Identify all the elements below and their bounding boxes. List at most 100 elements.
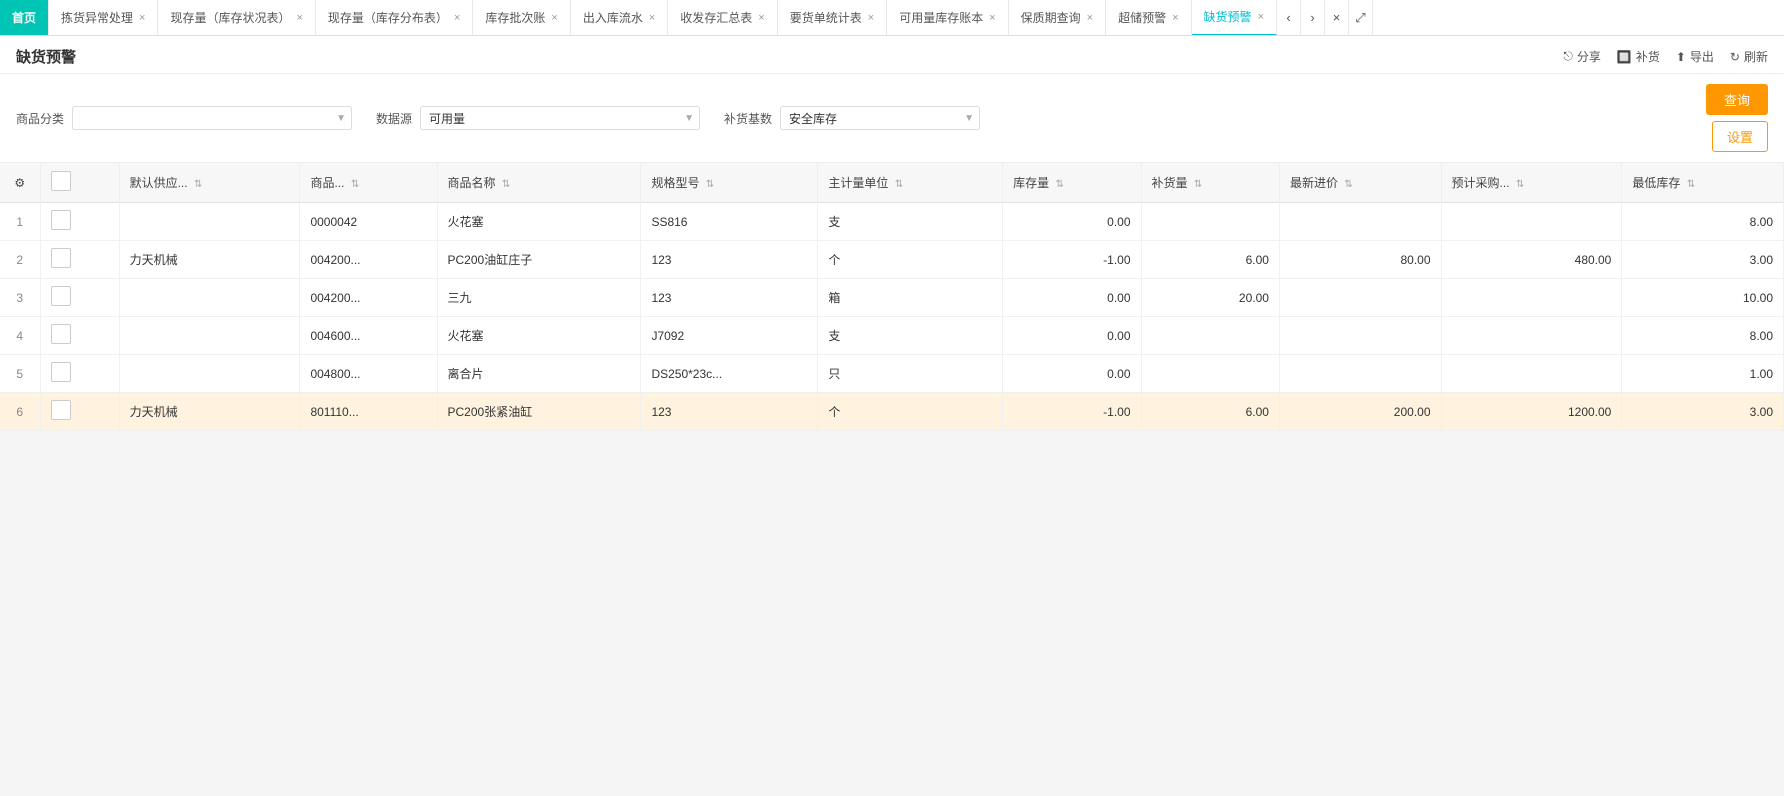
th-latest-price[interactable]: 最新进价 ⇅ xyxy=(1279,163,1441,203)
th-product-code[interactable]: 商品... ⇅ xyxy=(300,163,437,203)
table-row[interactable]: 3 004200... 三九 123 箱 0.00 20.00 10.00 xyxy=(0,279,1784,317)
tab-abnormal[interactable]: 拣货异常处理 × xyxy=(49,0,158,36)
tab-shortage-close[interactable]: × xyxy=(1258,11,1264,23)
sort-icon-latest-price: ⇅ xyxy=(1344,179,1352,190)
export-button[interactable]: ⬆ 导出 xyxy=(1676,48,1714,65)
row-num-4: 5 xyxy=(0,355,40,393)
category-filter-label: 商品分类 xyxy=(16,110,64,127)
row-checkbox-3[interactable] xyxy=(40,317,119,355)
tab-nav-next[interactable]: › xyxy=(1301,0,1325,36)
tab-inventory-status[interactable]: 现存量（库存状况表） × xyxy=(158,0,315,36)
th-restock-qty[interactable]: 补货量 ⇅ xyxy=(1141,163,1279,203)
th-spec[interactable]: 规格型号 ⇅ xyxy=(641,163,818,203)
row-checkbox-0[interactable] xyxy=(40,203,119,241)
row-name-5: PC200张紧油缸 xyxy=(437,393,641,431)
tab-overstock[interactable]: 超储预警 × xyxy=(1106,0,1191,36)
tab-expiry-query[interactable]: 保质期查询 × xyxy=(1009,0,1106,36)
tab-inventory-dist[interactable]: 现存量（库存分布表） × xyxy=(316,0,473,36)
query-button[interactable]: 查询 xyxy=(1706,84,1768,115)
table-container: ⚙ 默认供应... ⇅ 商品... ⇅ 商品名称 ⇅ 规格型号 xyxy=(0,163,1784,431)
tab-home[interactable]: 首页 xyxy=(0,0,49,36)
row-stock-4: 0.00 xyxy=(1003,355,1141,393)
th-default-supplier[interactable]: 默认供应... ⇅ xyxy=(119,163,300,203)
table-row[interactable]: 4 004600... 火花塞 J7092 支 0.00 8.00 xyxy=(0,317,1784,355)
share-button[interactable]: ⎋ 分享 xyxy=(1563,48,1601,65)
row-spec-1: 123 xyxy=(641,241,818,279)
category-select[interactable] xyxy=(72,106,352,130)
restock-label: 补货 xyxy=(1636,48,1660,65)
refresh-label: 刷新 xyxy=(1744,48,1768,65)
row-name-4: 离合片 xyxy=(437,355,641,393)
tab-overstock-close[interactable]: × xyxy=(1172,12,1178,24)
th-gear[interactable]: ⚙ xyxy=(0,163,40,203)
sort-icon-product-name: ⇅ xyxy=(502,179,510,190)
filter-row: 商品分类 ▼ 数据源 ▼ 补货基数 ▼ 查询 设置 xyxy=(0,74,1784,163)
tab-inventory-status-close[interactable]: × xyxy=(296,12,302,24)
row-restock-qty-4 xyxy=(1141,355,1279,393)
row-supplier-4 xyxy=(119,355,300,393)
tab-expiry-query-close[interactable]: × xyxy=(1087,12,1093,24)
row-checkbox-1[interactable] xyxy=(40,241,119,279)
tab-available-ledger-close[interactable]: × xyxy=(989,12,995,24)
row-restock-qty-1: 6.00 xyxy=(1141,241,1279,279)
row-restock-qty-3 xyxy=(1141,317,1279,355)
datasource-select[interactable] xyxy=(420,106,700,130)
table-row[interactable]: 1 0000042 火花塞 SS816 支 0.00 8.00 xyxy=(0,203,1784,241)
tab-nav-close[interactable]: × xyxy=(1325,0,1349,36)
tab-abnormal-close[interactable]: × xyxy=(139,12,145,24)
row-latest-price-1: 80.00 xyxy=(1279,241,1441,279)
row-supplier-2 xyxy=(119,279,300,317)
row-num-3: 4 xyxy=(0,317,40,355)
table-row[interactable]: 5 004800... 离合片 DS250*23c... 只 0.00 1.00 xyxy=(0,355,1784,393)
row-estimated-purchase-4 xyxy=(1441,355,1622,393)
header-checkbox[interactable] xyxy=(51,171,71,191)
th-unit[interactable]: 主计量单位 ⇅ xyxy=(818,163,1003,203)
row-name-3: 火花塞 xyxy=(437,317,641,355)
restock-base-select-wrapper: ▼ xyxy=(780,106,980,130)
row-restock-qty-2: 20.00 xyxy=(1141,279,1279,317)
restock-button[interactable]: 🔲 补货 xyxy=(1617,48,1660,65)
tab-collect-summary[interactable]: 收发存汇总表 × xyxy=(668,0,777,36)
tab-collect-summary-close[interactable]: × xyxy=(758,12,764,24)
settings-button[interactable]: 设置 xyxy=(1712,121,1768,152)
th-estimated-purchase[interactable]: 预计采购... ⇅ xyxy=(1441,163,1622,203)
th-product-name[interactable]: 商品名称 ⇅ xyxy=(437,163,641,203)
export-label: 导出 xyxy=(1690,48,1714,65)
tab-batch-account[interactable]: 库存批次账 × xyxy=(473,0,570,36)
th-checkbox[interactable] xyxy=(40,163,119,203)
table-row[interactable]: 6 力天机械 801110... PC200张紧油缸 123 个 -1.00 6… xyxy=(0,393,1784,431)
row-code-2: 004200... xyxy=(300,279,437,317)
th-default-supplier-label: 默认供应... xyxy=(130,176,188,190)
tab-batch-account-label: 库存批次账 xyxy=(485,9,545,26)
row-spec-5: 123 xyxy=(641,393,818,431)
tab-nav-prev[interactable]: ‹ xyxy=(1277,0,1301,36)
sort-icon-product-code: ⇅ xyxy=(351,179,359,190)
tab-inout-flow[interactable]: 出入库流水 × xyxy=(571,0,668,36)
row-latest-price-5: 200.00 xyxy=(1279,393,1441,431)
restock-base-filter-group: 补货基数 ▼ xyxy=(724,106,980,130)
tab-nav-expand[interactable]: ⤢ xyxy=(1349,0,1373,36)
row-restock-qty-5: 6.00 xyxy=(1141,393,1279,431)
tab-batch-account-close[interactable]: × xyxy=(551,12,557,24)
tab-shortage[interactable]: 缺货预警 × xyxy=(1192,0,1277,36)
table-row[interactable]: 2 力天机械 004200... PC200油缸庄子 123 个 -1.00 6… xyxy=(0,241,1784,279)
tab-inventory-dist-close[interactable]: × xyxy=(454,12,460,24)
tab-overstock-label: 超储预警 xyxy=(1118,9,1166,26)
row-code-0: 0000042 xyxy=(300,203,437,241)
th-min-stock[interactable]: 最低库存 ⇅ xyxy=(1622,163,1784,203)
th-stock[interactable]: 库存量 ⇅ xyxy=(1003,163,1141,203)
tab-bar: 首页 拣货异常处理 × 现存量（库存状况表） × 现存量（库存分布表） × 库存… xyxy=(0,0,1784,36)
row-checkbox-5[interactable] xyxy=(40,393,119,431)
tab-order-stats-close[interactable]: × xyxy=(868,12,874,24)
restock-base-select[interactable] xyxy=(780,106,980,130)
refresh-button[interactable]: ↻ 刷新 xyxy=(1730,48,1768,65)
tab-inout-flow-close[interactable]: × xyxy=(649,12,655,24)
row-unit-3: 支 xyxy=(818,317,1003,355)
row-spec-4: DS250*23c... xyxy=(641,355,818,393)
tab-order-stats[interactable]: 要货单统计表 × xyxy=(778,0,887,36)
datasource-select-wrapper: ▼ xyxy=(420,106,700,130)
row-checkbox-2[interactable] xyxy=(40,279,119,317)
share-icon: ⎋ xyxy=(1563,49,1573,64)
row-checkbox-4[interactable] xyxy=(40,355,119,393)
tab-available-ledger[interactable]: 可用量库存账本 × xyxy=(887,0,1008,36)
